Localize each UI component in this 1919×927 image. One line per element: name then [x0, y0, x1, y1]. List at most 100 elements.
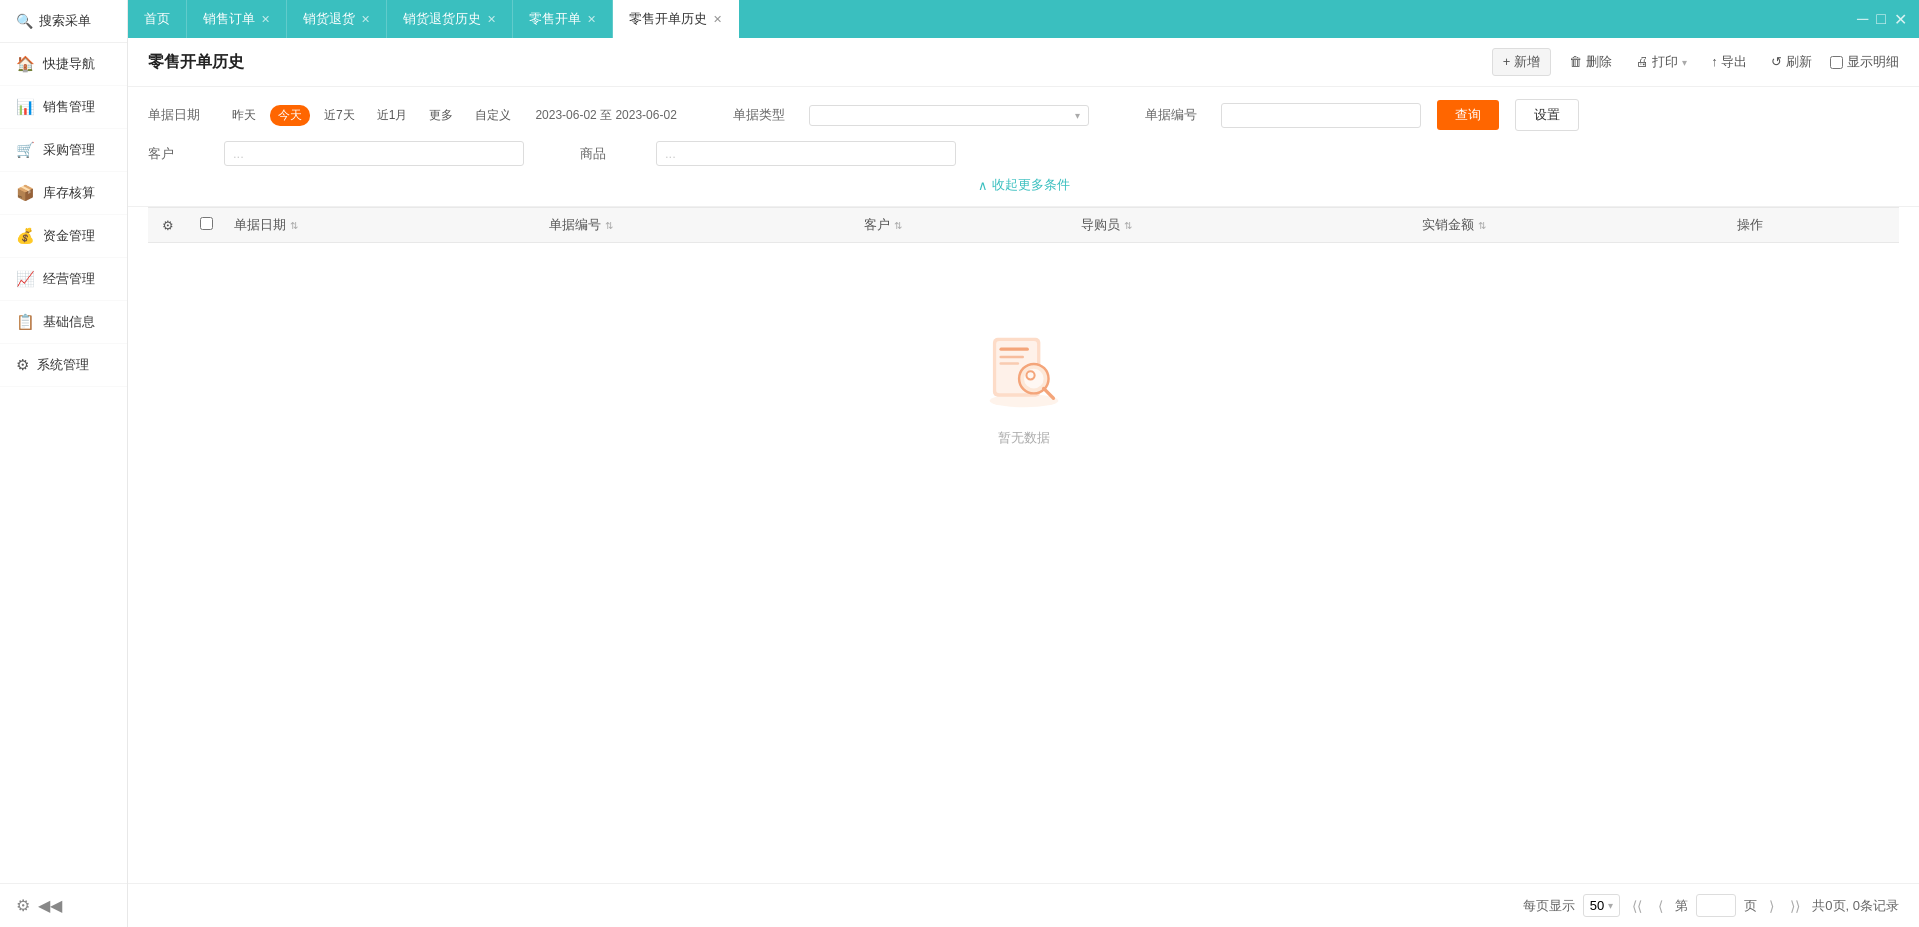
- sidebar-item-inventory[interactable]: 📦 库存核算: [0, 172, 127, 215]
- customer-label: 客户: [148, 145, 208, 163]
- sidebar-item-sales-mgmt[interactable]: 📊 销售管理: [0, 86, 127, 129]
- filter-settings-button[interactable]: 设置: [1515, 99, 1579, 131]
- refresh-button[interactable]: ↺ 刷新: [1765, 49, 1818, 75]
- doc-no-label: 单据编号: [1145, 106, 1205, 124]
- page-size-select[interactable]: 50 ▾: [1583, 894, 1620, 917]
- doc-no-input[interactable]: [1221, 103, 1421, 128]
- date-options: 昨天 今天 近7天 近1月 更多 自定义: [224, 105, 519, 126]
- doc-type-chevron-icon: ▾: [1075, 110, 1080, 121]
- sidebar-item-base-info[interactable]: 📋 基础信息: [0, 301, 127, 344]
- th-operations: 操作: [1727, 208, 1899, 243]
- tab-sales-return-label: 销货退货: [303, 10, 355, 28]
- customer-input[interactable]: ...: [224, 141, 524, 166]
- doc-type-label: 单据类型: [733, 106, 793, 124]
- tab-retail-open[interactable]: 零售开单 ✕: [513, 0, 613, 38]
- display-detail-checkbox[interactable]: [1830, 56, 1843, 69]
- sidebar-item-label: 资金管理: [43, 227, 95, 245]
- tab-sales-return[interactable]: 销货退货 ✕: [287, 0, 387, 38]
- content-area: 零售开单历史 + 新增 🗑 删除 🖨 打印 ▾ ↑ 导出 ↺ 刷新: [128, 38, 1919, 927]
- refresh-button-label: ↺ 刷新: [1771, 53, 1812, 71]
- sidebar-search[interactable]: 🔍 搜索采单: [0, 0, 127, 43]
- sidebar-item-label: 基础信息: [43, 313, 95, 331]
- money-icon: 💰: [16, 227, 35, 245]
- date-today[interactable]: 今天: [270, 105, 310, 126]
- tab-retail-open-history[interactable]: 零售开单历史 ✕: [613, 0, 739, 38]
- sidebar-item-label: 销售管理: [43, 98, 95, 116]
- empty-state-illustration: [974, 323, 1074, 413]
- svg-rect-3: [999, 348, 1028, 351]
- goods-input[interactable]: ...: [656, 141, 956, 166]
- window-close-button[interactable]: ✕: [1894, 10, 1907, 29]
- collapse-sidebar-button[interactable]: ◀◀: [38, 896, 62, 915]
- th-doc-no-sort[interactable]: 单据编号 ⇅: [549, 216, 844, 234]
- tab-retail-open-close[interactable]: ✕: [587, 13, 596, 26]
- window-minimize-button[interactable]: ─: [1857, 10, 1868, 28]
- table-settings-icon[interactable]: ⚙: [162, 218, 174, 233]
- date-more[interactable]: 更多: [421, 105, 461, 126]
- query-button[interactable]: 查询: [1437, 100, 1499, 130]
- cart-icon: 🛒: [16, 141, 35, 159]
- sort-icon-doc-no: ⇅: [605, 220, 613, 231]
- settings-gear-button[interactable]: ⚙: [16, 896, 30, 915]
- th-guide-sort[interactable]: 导购员 ⇅: [1081, 216, 1327, 234]
- th-doc-no: 单据编号 ⇅: [539, 208, 854, 243]
- goods-placeholder: ...: [665, 146, 676, 161]
- date-yesterday[interactable]: 昨天: [224, 105, 264, 126]
- tab-sales-return-history-label: 销货退货历史: [403, 10, 481, 28]
- th-actual-amount-sort[interactable]: 实销金额 ⇅: [1422, 216, 1717, 234]
- tab-retail-open-history-label: 零售开单历史: [629, 10, 707, 28]
- export-button-label: ↑ 导出: [1711, 53, 1747, 71]
- page-title: 零售开单历史: [148, 52, 244, 73]
- date-1month[interactable]: 近1月: [369, 105, 416, 126]
- th-doc-date-sort[interactable]: 单据日期 ⇅: [234, 216, 529, 234]
- export-button[interactable]: ↑ 导出: [1705, 49, 1753, 75]
- display-detail-label: 显示明细: [1847, 53, 1899, 71]
- box-icon: 📦: [16, 184, 35, 202]
- th-customer-sort[interactable]: 客户 ⇅: [864, 216, 1061, 234]
- tab-sales-return-history-close[interactable]: ✕: [487, 13, 496, 26]
- tab-sales-return-history[interactable]: 销货退货历史 ✕: [387, 0, 513, 38]
- select-all-checkbox[interactable]: [200, 217, 213, 230]
- print-button[interactable]: 🖨 打印 ▾: [1630, 49, 1694, 75]
- th-operations-label: 操作: [1737, 217, 1763, 232]
- delete-button[interactable]: 🗑 删除: [1563, 49, 1618, 75]
- date-filter-label: 单据日期: [148, 106, 208, 124]
- sidebar-item-quick-nav[interactable]: 🏠 快捷导航: [0, 43, 127, 86]
- filter-area: 单据日期 昨天 今天 近7天 近1月 更多 自定义 2023-06-02 至 2…: [128, 87, 1919, 207]
- tab-sales-order[interactable]: 销售订单 ✕: [187, 0, 287, 38]
- toolbar: + 新增 🗑 删除 🖨 打印 ▾ ↑ 导出 ↺ 刷新 显示明细: [1492, 48, 1899, 76]
- empty-state-row: 暂无数据: [148, 243, 1899, 528]
- sort-icon-customer: ⇅: [894, 220, 902, 231]
- sidebar-item-purchase-mgmt[interactable]: 🛒 采购管理: [0, 129, 127, 172]
- page-prev-button[interactable]: ⟨: [1654, 896, 1667, 916]
- sidebar-item-operations[interactable]: 📈 经营管理: [0, 258, 127, 301]
- tab-home[interactable]: 首页: [128, 0, 187, 38]
- doc-type-select[interactable]: ▾: [809, 105, 1089, 126]
- date-custom[interactable]: 自定义: [467, 105, 519, 126]
- th-spacer: [1337, 208, 1412, 243]
- filter-collapse-toggle[interactable]: ∧ 收起更多条件: [148, 176, 1899, 194]
- th-guide-label: 导购员: [1081, 216, 1120, 234]
- tab-retail-open-history-close[interactable]: ✕: [713, 13, 722, 26]
- page-next-button[interactable]: ⟩: [1765, 896, 1778, 916]
- add-button[interactable]: + 新增: [1492, 48, 1551, 76]
- th-doc-date-label: 单据日期: [234, 216, 286, 234]
- page-last-button[interactable]: ⟩⟩: [1786, 896, 1804, 916]
- tab-sales-order-close[interactable]: ✕: [261, 13, 270, 26]
- date-7days[interactable]: 近7天: [316, 105, 363, 126]
- sidebar-item-label: 库存核算: [43, 184, 95, 202]
- th-actual-amount: 实销金额 ⇅: [1412, 208, 1727, 243]
- th-doc-date: 单据日期 ⇅: [224, 208, 539, 243]
- sidebar-item-finance[interactable]: 💰 资金管理: [0, 215, 127, 258]
- tab-sales-return-close[interactable]: ✕: [361, 13, 370, 26]
- th-settings: ⚙: [148, 208, 188, 243]
- th-customer: 客户 ⇅: [854, 208, 1071, 243]
- print-button-label: 🖨 打印: [1636, 53, 1679, 71]
- page-number-input[interactable]: 1: [1696, 894, 1736, 917]
- sidebar-item-sys-mgmt[interactable]: ⚙ 系统管理: [0, 344, 127, 387]
- chart-icon: 📊: [16, 98, 35, 116]
- sort-icon-actual-amount: ⇅: [1478, 220, 1486, 231]
- window-maximize-button[interactable]: □: [1876, 10, 1886, 28]
- display-detail-button[interactable]: 显示明细: [1830, 53, 1899, 71]
- page-first-button[interactable]: ⟨⟨: [1628, 896, 1646, 916]
